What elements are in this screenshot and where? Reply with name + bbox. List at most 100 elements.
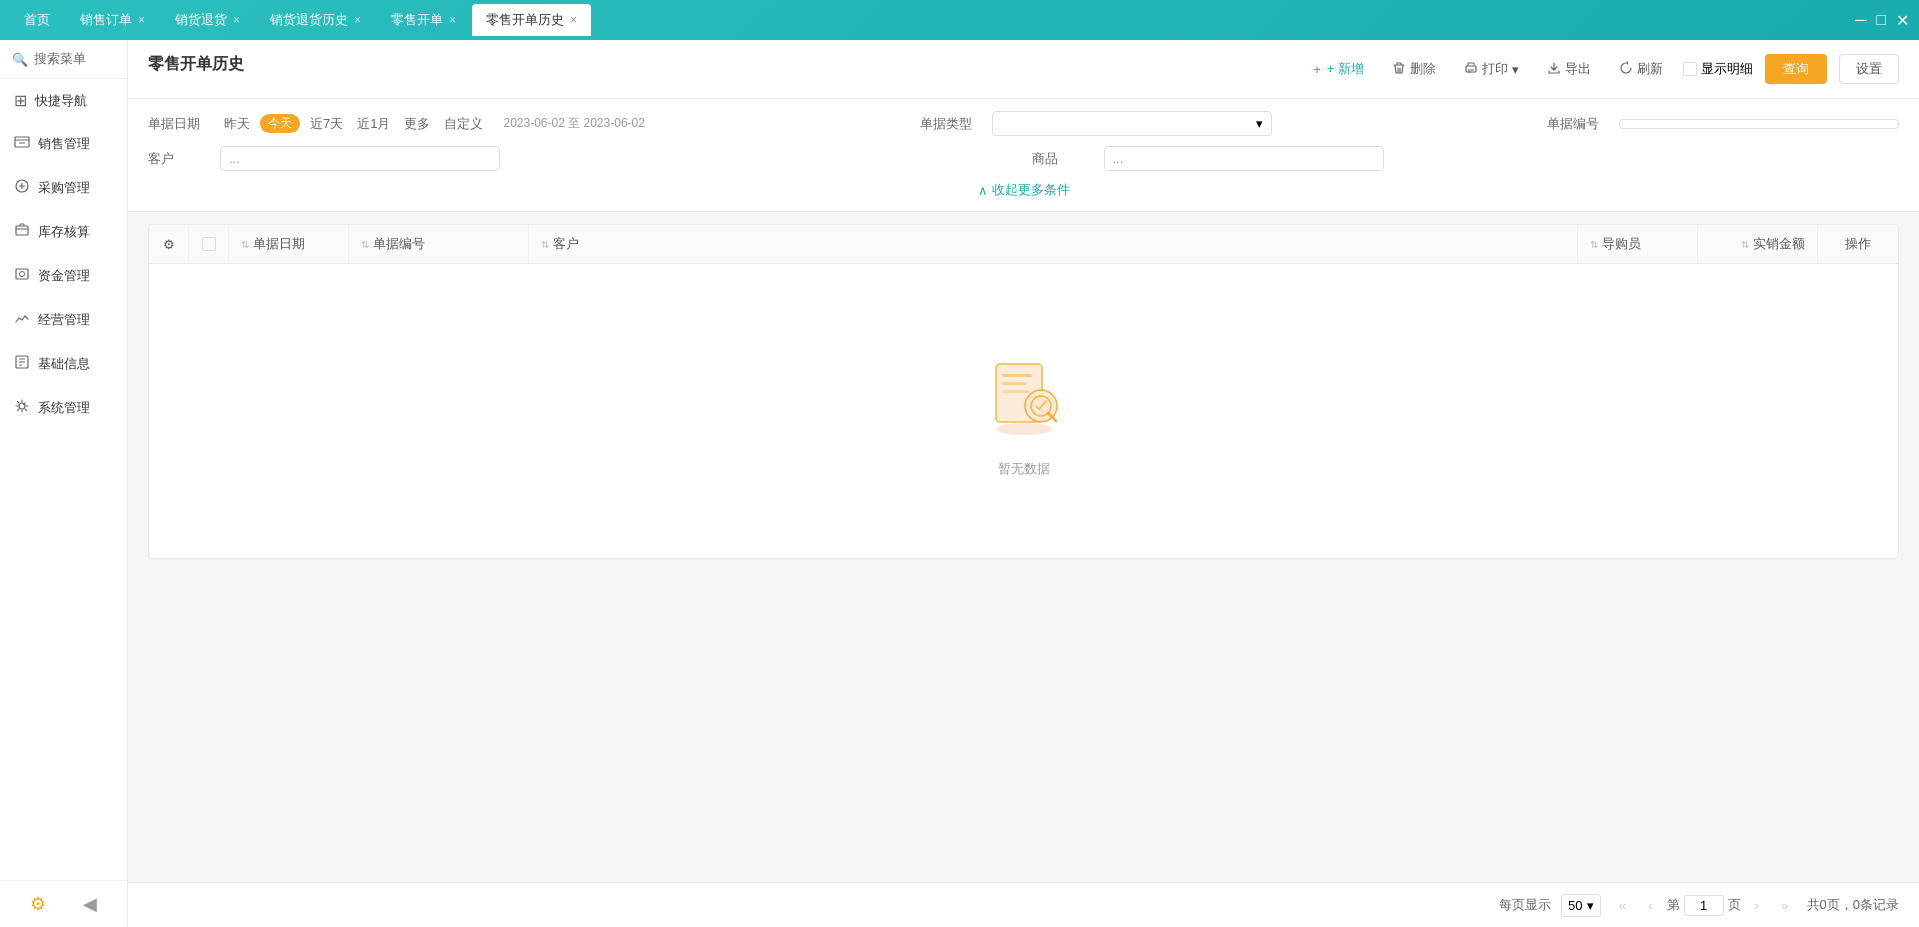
close-tab-sales-return-history[interactable]: × <box>354 13 361 27</box>
sidebar-item-label: 快捷导航 <box>35 92 87 110</box>
th-customer[interactable]: ⇅ 客户 <box>529 225 1578 263</box>
type-select[interactable]: ▾ <box>992 111 1272 136</box>
tab-retail-open-history[interactable]: 零售开单历史 × <box>472 4 591 36</box>
sidebar-item-system[interactable]: 系统管理 <box>0 386 127 430</box>
th-checkbox[interactable] <box>189 227 229 261</box>
sort-guide-icon: ⇅ <box>1590 239 1598 250</box>
sidebar-item-finance[interactable]: 资金管理 <box>0 254 127 298</box>
sidebar-item-basic-info[interactable]: 基础信息 <box>0 342 127 386</box>
sidebar-item-sales-mgmt[interactable]: 销售管理 <box>0 122 127 166</box>
column-settings-icon: ⚙ <box>163 237 175 252</box>
close-tab-sales-order[interactable]: × <box>138 13 145 27</box>
table-area: ⚙ ⇅ 单据日期 ⇅ 单据编号 ⇅ 客户 <box>128 212 1919 882</box>
th-amount[interactable]: ⇅ 实销金额 <box>1698 225 1818 263</box>
filter-area: 单据日期 昨天 今天 近7天 近1月 更多 自定义 2023-06-02 至 2… <box>128 99 1919 212</box>
date-opt-7days[interactable]: 近7天 <box>306 113 347 135</box>
sidebar-item-label: 资金管理 <box>38 267 90 285</box>
sales-mgmt-icon <box>14 134 30 154</box>
svg-point-4 <box>20 272 25 277</box>
svg-rect-2 <box>16 226 28 235</box>
first-page-btn[interactable]: « <box>1611 893 1635 917</box>
sidebar-item-label: 系统管理 <box>38 399 90 417</box>
sidebar-item-label: 采购管理 <box>38 179 90 197</box>
prev-page-btn[interactable]: ‹ <box>1639 893 1663 917</box>
close-tab-retail-open-history[interactable]: × <box>570 13 577 27</box>
close-tab-sales-return[interactable]: × <box>233 13 240 27</box>
date-opt-more[interactable]: 更多 <box>400 113 434 135</box>
svg-point-8 <box>996 423 1052 435</box>
date-opt-yesterday[interactable]: 昨天 <box>220 113 254 135</box>
collapse-icon: ∧ <box>978 183 988 198</box>
refresh-button[interactable]: 刷新 <box>1611 56 1671 82</box>
content-area: 零售开单历史 + + 新增 删除 打印 ▾ <box>128 40 1919 927</box>
system-icon <box>14 398 30 418</box>
checkbox-icon <box>1683 62 1697 76</box>
delete-icon <box>1392 61 1406 78</box>
sidebar-item-inventory[interactable]: 库存核算 <box>0 210 127 254</box>
query-button[interactable]: 查询 <box>1765 54 1827 84</box>
window-minimize-icon[interactable]: ─ <box>1855 11 1866 29</box>
add-button[interactable]: + + 新增 <box>1305 56 1372 82</box>
per-page-dropdown-icon: ▾ <box>1587 898 1594 913</box>
sidebar-search[interactable]: 🔍 搜索菜单 <box>0 40 127 79</box>
filter-row-1: 单据日期 昨天 今天 近7天 近1月 更多 自定义 2023-06-02 至 2… <box>148 111 1899 136</box>
basic-info-icon <box>14 354 30 374</box>
per-page-select[interactable]: 50 ▾ <box>1561 894 1600 917</box>
sidebar-item-label: 经营管理 <box>38 311 90 329</box>
export-button[interactable]: 导出 <box>1539 56 1599 82</box>
page-title: 零售开单历史 <box>148 54 244 75</box>
docno-input[interactable] <box>1619 119 1899 129</box>
th-settings[interactable]: ⚙ <box>149 227 189 262</box>
date-opt-custom[interactable]: 自定义 <box>440 113 487 135</box>
collapse-filter-btn[interactable]: ∧ 收起更多条件 <box>148 181 1899 199</box>
pagination: 每页显示 50 ▾ « ‹ 第 页 › » 共0页，0条记录 <box>128 882 1919 927</box>
th-guide[interactable]: ⇅ 导购员 <box>1578 225 1698 263</box>
per-page-value: 50 <box>1568 898 1582 913</box>
window-close-icon[interactable]: ✕ <box>1896 11 1909 30</box>
date-opt-1month[interactable]: 近1月 <box>353 113 394 135</box>
close-tab-retail-open[interactable]: × <box>449 13 456 27</box>
window-maximize-icon[interactable]: □ <box>1876 11 1886 29</box>
inventory-icon <box>14 222 30 242</box>
sidebar-item-quick-nav[interactable]: ⊞ 快捷导航 <box>0 79 127 122</box>
date-range-display: 2023-06-02 至 2023-06-02 <box>503 115 644 132</box>
search-icon: 🔍 <box>12 52 28 67</box>
goods-input[interactable]: ... <box>1104 146 1384 171</box>
sort-amount-icon: ⇅ <box>1741 239 1749 250</box>
tab-retail-open[interactable]: 零售开单 × <box>377 4 470 36</box>
sort-customer-icon: ⇅ <box>541 239 549 250</box>
sidebar-item-operations[interactable]: 经营管理 <box>0 298 127 342</box>
add-icon: + <box>1313 62 1321 77</box>
tab-sales-order[interactable]: 销售订单 × <box>66 4 159 36</box>
th-date[interactable]: ⇅ 单据日期 <box>229 225 349 263</box>
docno-label: 单据编号 <box>1547 115 1603 133</box>
next-page-btn[interactable]: › <box>1745 893 1769 917</box>
date-opt-today[interactable]: 今天 <box>260 114 300 133</box>
table-header: ⚙ ⇅ 单据日期 ⇅ 单据编号 ⇅ 客户 <box>149 225 1898 264</box>
settings-bottom-icon[interactable]: ⚙ <box>30 893 46 915</box>
display-detail-toggle[interactable]: 显示明细 <box>1683 60 1753 78</box>
delete-button[interactable]: 删除 <box>1384 56 1444 82</box>
window-controls: ─ □ ✕ <box>1855 11 1909 30</box>
print-button[interactable]: 打印 ▾ <box>1456 56 1527 82</box>
total-text: 共0页，0条记录 <box>1807 896 1899 914</box>
page-number-input[interactable] <box>1684 895 1724 916</box>
toolbar: + + 新增 删除 打印 ▾ <box>1305 54 1899 98</box>
collapse-sidebar-icon[interactable]: ◀ <box>83 893 97 915</box>
select-all-checkbox <box>202 237 216 251</box>
last-page-btn[interactable]: » <box>1773 893 1797 917</box>
tab-home[interactable]: + 新增 首页 <box>10 4 64 36</box>
th-docno[interactable]: ⇅ 单据编号 <box>349 225 529 263</box>
svg-rect-10 <box>1002 374 1032 377</box>
svg-rect-7 <box>1466 66 1476 72</box>
date-label: 单据日期 <box>148 115 204 133</box>
print-icon <box>1464 61 1478 78</box>
print-dropdown-icon: ▾ <box>1512 62 1519 77</box>
tab-sales-return[interactable]: 销货退货 × <box>161 4 254 36</box>
settings-button[interactable]: 设置 <box>1839 54 1899 84</box>
sidebar-item-label: 基础信息 <box>38 355 90 373</box>
sidebar-search-label: 搜索菜单 <box>34 50 86 68</box>
customer-input[interactable]: ... <box>220 146 500 171</box>
sidebar-item-purchase-mgmt[interactable]: 采购管理 <box>0 166 127 210</box>
tab-sales-return-history[interactable]: 销货退货历史 × <box>256 4 375 36</box>
